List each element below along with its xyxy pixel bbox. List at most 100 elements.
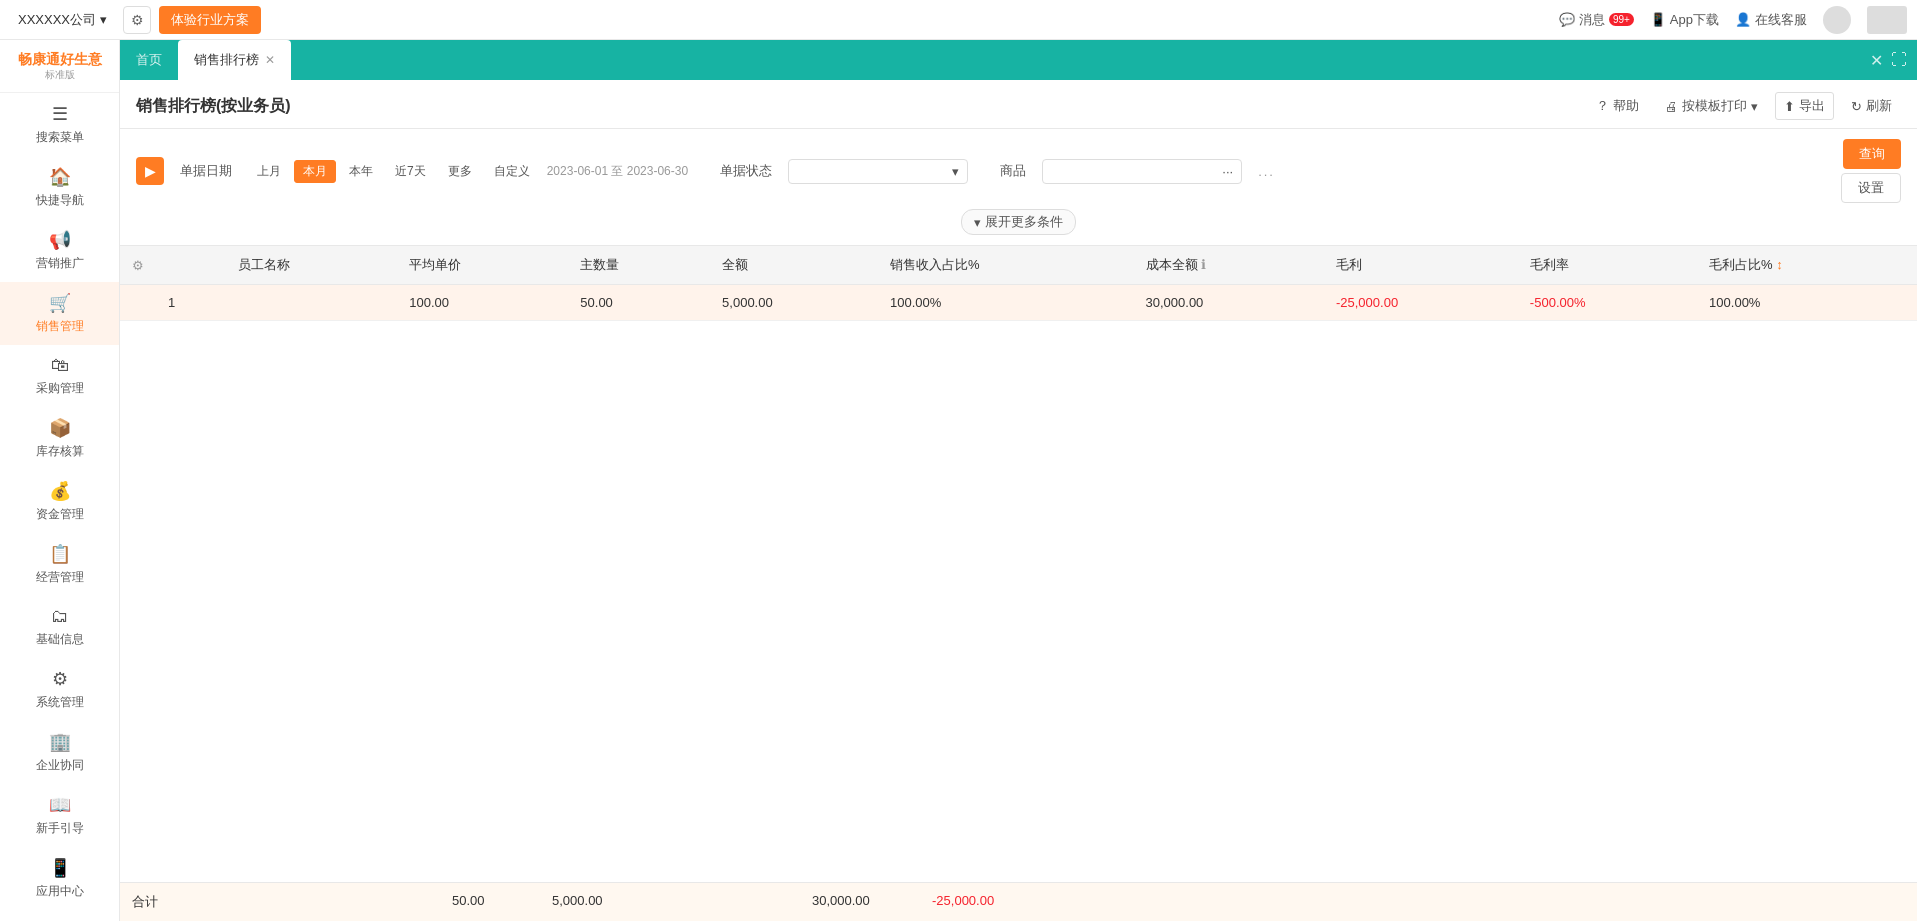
- status-label: 单据状态: [720, 162, 772, 180]
- online-service-label: 在线客服: [1755, 11, 1807, 29]
- expand-more-conditions-button[interactable]: ▾ 展开更多条件: [961, 209, 1076, 235]
- date-btn-this-year[interactable]: 本年: [340, 160, 382, 183]
- help-button[interactable]: ？ 帮助: [1587, 92, 1648, 120]
- sidebar-item-sales[interactable]: 🛒 销售管理: [0, 282, 119, 345]
- tab-sales-ranking-label: 销售排行榜: [194, 51, 259, 69]
- online-service-button[interactable]: 👤 在线客服: [1735, 11, 1807, 29]
- tab-home-label: 首页: [136, 51, 162, 69]
- expand-icon: ▾: [974, 215, 981, 230]
- sidebar-item-wechat[interactable]: 💬 企业微信: [0, 910, 119, 921]
- print-chevron-icon: ▾: [1751, 99, 1758, 114]
- sales-icon: 🛒: [49, 292, 71, 314]
- tab-maximize-icon[interactable]: ⛶: [1891, 51, 1907, 69]
- cost-info-icon: ℹ: [1201, 257, 1206, 272]
- footer-amount-value: 5,000.00: [552, 893, 652, 911]
- sidebar-item-basic-info[interactable]: 🗂 基础信息: [0, 596, 119, 658]
- sidebar-item-operation[interactable]: 📋 经营管理: [0, 533, 119, 596]
- filter-toggle-button[interactable]: ▶: [136, 157, 164, 185]
- sidebar-label-quick-nav: 快捷导航: [36, 192, 84, 209]
- th-settings[interactable]: ⚙: [120, 246, 156, 285]
- sidebar-item-search-order[interactable]: ☰ 搜索菜单: [0, 93, 119, 156]
- sidebar-item-app-center[interactable]: 📱 应用中心: [0, 847, 119, 910]
- refresh-button[interactable]: ↻ 刷新: [1842, 92, 1901, 120]
- sidebar-label-marketing: 营销推广: [36, 255, 84, 272]
- cell-rank: 1: [156, 285, 226, 321]
- cell-employee: [226, 285, 397, 321]
- marketing-icon: 📢: [49, 229, 71, 251]
- settings-gear-button[interactable]: ⚙: [123, 6, 151, 34]
- purchase-icon: 🛍: [51, 355, 69, 376]
- app-center-icon: 📱: [49, 857, 71, 879]
- logo-text-line2: 标准版: [45, 68, 75, 82]
- footer-qty: [352, 893, 432, 911]
- date-range: 2023-06-01 至 2023-06-30: [547, 163, 688, 180]
- right-action-bar: 查询 设置: [1841, 139, 1901, 203]
- tab-home[interactable]: 首页: [120, 40, 178, 80]
- sidebar-label-app-center: 应用中心: [36, 883, 84, 900]
- enterprise-icon: 🏢: [49, 731, 71, 753]
- tab-minimize-icon[interactable]: ✕: [1870, 51, 1883, 70]
- cell-amount: 5,000.00: [710, 285, 878, 321]
- table-settings-button[interactable]: 设置: [1841, 173, 1901, 203]
- query-button[interactable]: 查询: [1843, 139, 1901, 169]
- gross-pct-sort-icon[interactable]: ↕: [1776, 257, 1783, 272]
- footer-label: 合计: [132, 893, 332, 911]
- filter-area: ▶ 单据日期 上月 本月 本年 近7天 更多 自定义 2023-06-01 至 …: [120, 129, 1917, 246]
- help-label: 帮助: [1613, 97, 1639, 115]
- app-download-label: App下载: [1670, 11, 1719, 29]
- goods-input[interactable]: ···: [1042, 159, 1242, 184]
- export-button[interactable]: ⬆ 导出: [1775, 92, 1834, 120]
- company-name: XXXXXX公司: [18, 11, 96, 29]
- date-btn-last-month[interactable]: 上月: [248, 160, 290, 183]
- date-btn-custom[interactable]: 自定义: [485, 160, 539, 183]
- sidebar-item-marketing[interactable]: 📢 营销推广: [0, 219, 119, 282]
- th-sales-pct: 销售收入占比%: [878, 246, 1134, 285]
- cell-cost: 30,000.00: [1134, 285, 1324, 321]
- tab-sales-ranking[interactable]: 销售排行榜 ✕: [178, 40, 291, 80]
- sidebar-label-inventory: 库存核算: [36, 443, 84, 460]
- status-select-arrow: ▾: [952, 164, 959, 179]
- more-dots[interactable]: ...: [1258, 164, 1275, 179]
- sidebar-logo: 畅康通好生意 标准版: [0, 40, 119, 93]
- footer-spacer1: [672, 893, 792, 911]
- date-btn-more[interactable]: 更多: [439, 160, 481, 183]
- status-select[interactable]: ▾: [788, 159, 968, 184]
- message-button[interactable]: 💬 消息 99+: [1559, 11, 1634, 29]
- refresh-icon: ↻: [1851, 99, 1862, 114]
- date-btn-this-month[interactable]: 本月: [294, 160, 336, 183]
- th-gross-pct: 毛利占比% ↕: [1697, 246, 1917, 285]
- header-actions: ？ 帮助 🖨 按模板打印 ▾ ⬆ 导出 ↻ 刷新: [1587, 92, 1901, 120]
- print-button[interactable]: 🖨 按模板打印 ▾: [1656, 92, 1767, 120]
- date-btn-7days[interactable]: 近7天: [386, 160, 435, 183]
- sidebar-label-finance: 资金管理: [36, 506, 84, 523]
- sidebar-item-enterprise[interactable]: 🏢 企业协同: [0, 721, 119, 784]
- sidebar-item-guide[interactable]: 📖 新手引导: [0, 784, 119, 847]
- cell-sales-pct: 100.00%: [878, 285, 1134, 321]
- tab-close-icon[interactable]: ✕: [265, 53, 275, 67]
- date-label: 单据日期: [180, 162, 232, 180]
- filter-row: ▶ 单据日期 上月 本月 本年 近7天 更多 自定义 2023-06-01 至 …: [136, 139, 1901, 203]
- date-buttons: 上月 本月 本年 近7天 更多 自定义 2023-06-01 至 2023-06…: [248, 160, 688, 183]
- company-selector[interactable]: XXXXXX公司 ▾: [10, 7, 115, 33]
- sidebar-item-inventory[interactable]: 📦 库存核算: [0, 407, 119, 470]
- column-settings-icon[interactable]: ⚙: [132, 258, 144, 273]
- app-icon: 📱: [1650, 12, 1666, 27]
- content-area: 首页 销售排行榜 ✕ ✕ ⛶ 销售排行榜(按业务员) ？ 帮助 🖨 按模: [120, 40, 1917, 921]
- sidebar-item-finance[interactable]: 💰 资金管理: [0, 470, 119, 533]
- guide-icon: 📖: [49, 794, 71, 816]
- sidebar-item-system[interactable]: ⚙ 系统管理: [0, 658, 119, 721]
- th-amount: 全额: [710, 246, 878, 285]
- sidebar-item-quick-nav[interactable]: 🏠 快捷导航: [0, 156, 119, 219]
- quick-nav-icon: 🏠: [49, 166, 71, 188]
- help-icon: ？: [1596, 97, 1609, 115]
- finance-icon: 💰: [49, 480, 71, 502]
- table-row: 1 100.00 50.00 5,000.00 100.00% 30,000.0…: [120, 285, 1917, 321]
- footer-gross-value: -25,000.00: [932, 893, 1012, 911]
- sidebar-item-purchase[interactable]: 🛍 采购管理: [0, 345, 119, 407]
- th-rank: [156, 246, 226, 285]
- main-layout: 畅康通好生意 标准版 ☰ 搜索菜单 🏠 快捷导航 📢 营销推广 🛒 销售管理 🛍…: [0, 40, 1917, 921]
- export-label: 导出: [1799, 97, 1825, 115]
- avatar[interactable]: [1823, 6, 1851, 34]
- trial-industry-button[interactable]: 体验行业方案: [159, 6, 261, 34]
- app-download-button[interactable]: 📱 App下载: [1650, 11, 1719, 29]
